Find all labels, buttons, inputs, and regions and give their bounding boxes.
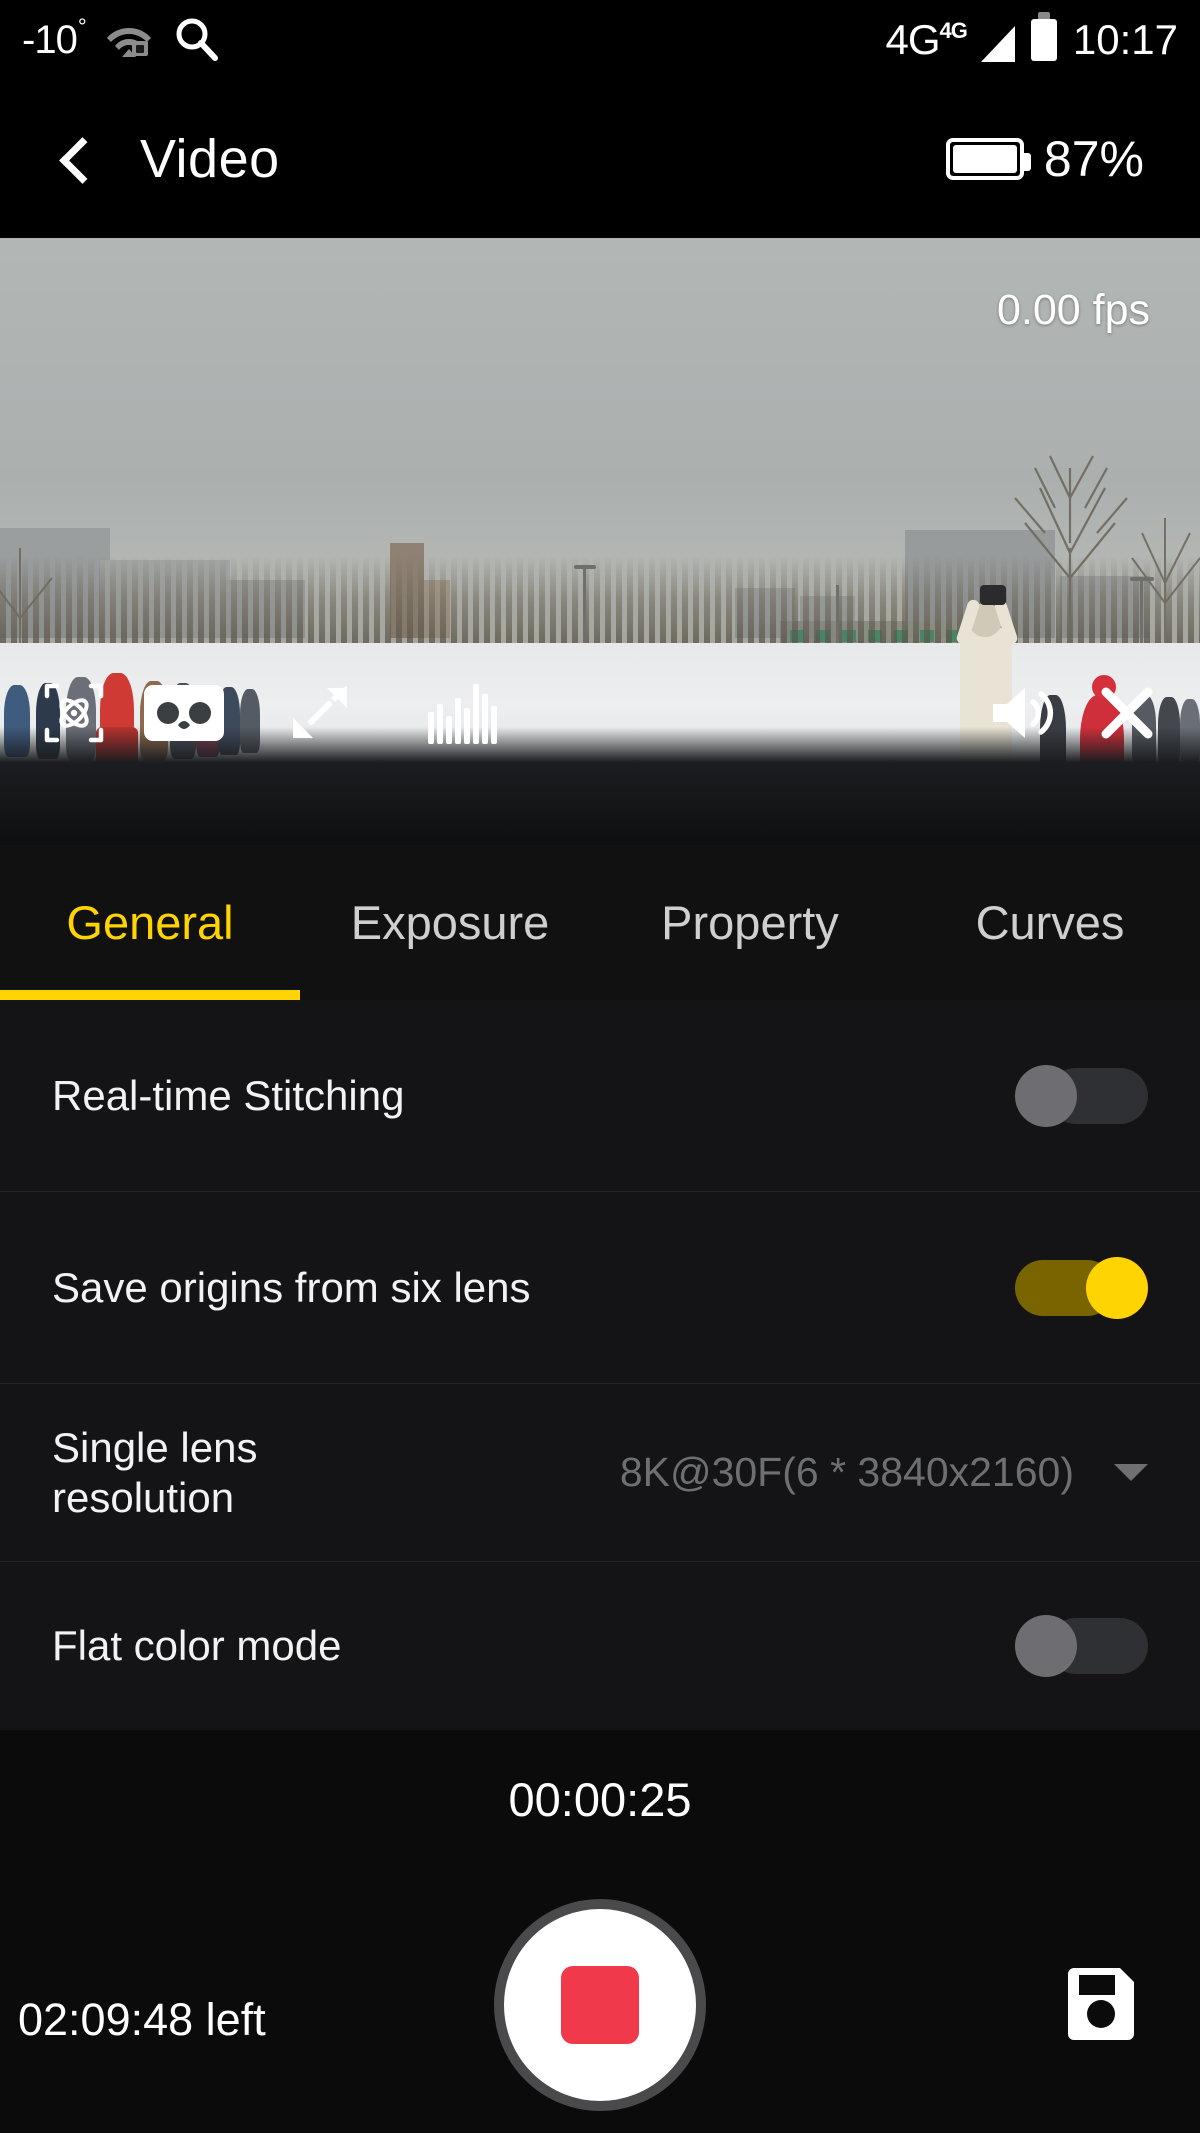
setting-control [1015, 1256, 1148, 1319]
settings-list: Real-time Stitching Save origins from si… [0, 1000, 1200, 1730]
wifi-lock-icon [106, 22, 151, 58]
save-floppy-icon[interactable] [1062, 1962, 1140, 2040]
battery-percent-label: 87% [1043, 131, 1144, 187]
toggle-save-origins-from-six-lens[interactable] [1015, 1256, 1148, 1319]
toggle-flat-color-mode[interactable] [1015, 1615, 1148, 1677]
lamp-post [583, 565, 586, 647]
recording-time-remaining: 02:09:48 left [18, 1994, 266, 2045]
setting-label: Single lens resolution [52, 1423, 258, 1521]
search-icon[interactable] [173, 15, 219, 66]
temperature-indicator: -10° [22, 14, 87, 63]
tab-curves[interactable]: Curves [900, 845, 1200, 1000]
setting-row-save-origins[interactable]: Save origins from six lens [0, 1192, 1200, 1384]
fullscreen-expand-icon[interactable] [280, 682, 360, 744]
lamp-post [836, 585, 839, 647]
single-lens-resolution-value[interactable]: 8K@30F(6 * 3840x2160) [620, 1449, 1074, 1496]
status-bar-right: 4G 4G 10:17 [885, 12, 1178, 64]
tab-property[interactable]: Property [600, 845, 900, 1000]
setting-row-real-time-stitching[interactable]: Real-time Stitching [0, 1000, 1200, 1192]
page-title: Video [140, 129, 280, 189]
setting-row-single-lens-resolution[interactable]: Single lens resolution 8K@30F(6 * 3840x2… [0, 1384, 1200, 1562]
lamp-post [1140, 577, 1143, 647]
fps-indicator: 0.00 fps [997, 286, 1150, 334]
tab-exposure[interactable]: Exposure [300, 845, 600, 1000]
lamp-post [1130, 577, 1154, 581]
video-preview-panorama[interactable]: 0.00 fps [0, 238, 1200, 845]
person-white-coat-camera [980, 585, 1006, 605]
setting-label: Real-time Stitching [52, 1071, 405, 1119]
audio-level-meter-icon[interactable] [420, 682, 512, 744]
network-type-indicator: 4G 4G [885, 16, 968, 64]
app-header-bar: Video 87% [0, 80, 1200, 238]
setting-control: 8K@30F(6 * 3840x2160) [620, 1449, 1148, 1496]
camera-app-screen: -10° 4G 4G 10:17 Video 87% 0.00 fps Gene… [0, 0, 1200, 2133]
stop-square-icon [561, 1966, 639, 2044]
back-chevron-icon[interactable] [56, 140, 94, 178]
recording-elapsed-time: 00:00:25 [508, 1773, 692, 1826]
setting-label: Save origins from six lens [52, 1263, 531, 1311]
gyro-stabilization-icon[interactable] [38, 682, 110, 744]
setting-control [1015, 1615, 1148, 1677]
toggle-real-time-stitching[interactable] [1015, 1064, 1148, 1127]
app-header-right: 87% [945, 130, 1144, 188]
settings-tab-bar: General Exposure Property Curves [0, 845, 1200, 1000]
setting-row-flat-color-mode[interactable]: Flat color mode [0, 1562, 1200, 1730]
status-bar-clock: 10:17 [1072, 16, 1178, 63]
battery-horizontal-icon [945, 138, 1031, 180]
chevron-down-icon[interactable] [1114, 1464, 1148, 1481]
battery-vertical-icon [1030, 12, 1057, 61]
signal-triangle-icon [980, 26, 1015, 62]
bare-tree [1131, 518, 1200, 658]
bare-tree [0, 548, 53, 663]
temperature-value: -10 [22, 17, 78, 62]
close-icon[interactable] [1092, 684, 1162, 742]
network-type-label: 4G [885, 16, 941, 63]
lamp-post [574, 565, 596, 569]
setting-control [1015, 1064, 1148, 1127]
degree-symbol: ° [77, 14, 87, 40]
network-superscript-label: 4G [939, 18, 968, 43]
status-bar-left: -10° [22, 14, 219, 66]
recording-control-bar: 00:00:25 02:09:48 left [0, 1730, 1200, 2133]
preview-overlay-controls [0, 668, 1200, 758]
tab-general[interactable]: General [0, 845, 300, 1000]
volume-speaker-icon[interactable] [980, 682, 1066, 744]
setting-label: Flat color mode [52, 1622, 342, 1670]
vr-cardboard-icon[interactable] [134, 685, 234, 741]
system-status-bar: -10° 4G 4G 10:17 [0, 0, 1200, 80]
stop-recording-button[interactable] [494, 1899, 706, 2111]
